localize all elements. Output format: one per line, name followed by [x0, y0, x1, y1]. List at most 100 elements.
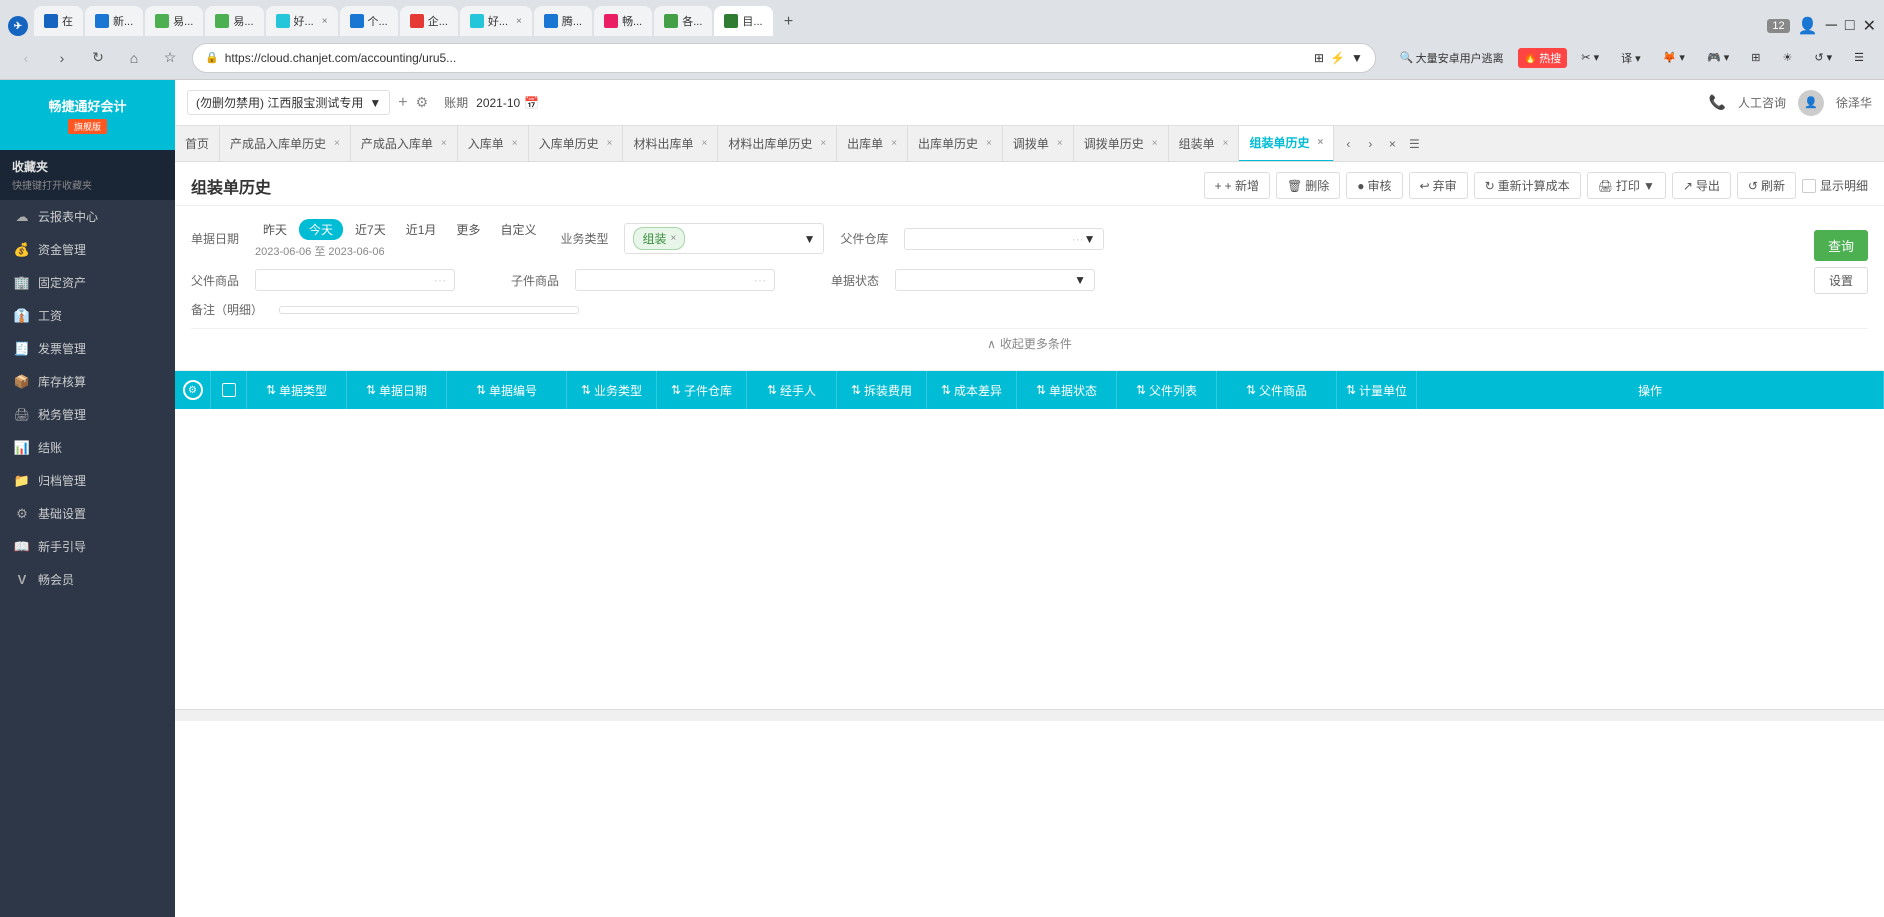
table-settings-icon[interactable]: ⚙ — [183, 380, 203, 400]
th-handler-sort[interactable]: ⇅ — [767, 383, 777, 397]
game-btn[interactable]: 🎮 ▾ — [1699, 49, 1737, 66]
sidebar-item-membership[interactable]: V 畅会员 — [0, 563, 175, 596]
print-btn[interactable]: 🖨 打印 ▼ — [1587, 172, 1666, 199]
maximize-btn[interactable]: □ — [1845, 17, 1855, 35]
company-selector[interactable]: (勿删勿禁用) 江西服宝测试专用 ▼ — [187, 90, 390, 115]
tab-assembly-history[interactable]: 组装单历史 × — [1239, 126, 1334, 162]
biz-type-input[interactable]: 组装 × ▼ — [624, 223, 824, 254]
recalculate-btn[interactable]: ↻ 重新计算成本 — [1474, 172, 1581, 199]
tab-transfer[interactable]: 调拨单 × — [1003, 126, 1074, 162]
lightning-icon[interactable]: ⚡ — [1330, 51, 1345, 65]
tab-material-out[interactable]: 材料出库单 × — [623, 126, 718, 162]
sidebar-item-finance[interactable]: 💰 资金管理 — [0, 233, 175, 266]
parent-warehouse-input[interactable]: ··· ▼ — [904, 228, 1104, 250]
tab-assembly-history-close[interactable]: × — [1317, 137, 1323, 148]
th-num-sort[interactable]: ⇅ — [476, 383, 486, 397]
scrollbar[interactable] — [175, 709, 1884, 721]
sidebar-item-archive[interactable]: 📁 归档管理 — [0, 464, 175, 497]
sidebar-item-inventory[interactable]: 📦 库存核算 — [0, 365, 175, 398]
th-parent-goods-sort[interactable]: ⇅ — [1246, 383, 1256, 397]
tab-close-4[interactable]: × — [322, 16, 328, 27]
remark-input[interactable] — [279, 306, 579, 314]
tab-finished-close[interactable]: × — [441, 138, 447, 149]
address-input[interactable]: 🔒 https://cloud.chanjet.com/accounting/u… — [192, 43, 1376, 73]
translate-btn[interactable]: 译 ▾ — [1613, 48, 1649, 68]
tab-assembly[interactable]: 组装单 × — [1169, 126, 1240, 162]
date-btn-more[interactable]: 更多 — [448, 218, 488, 241]
tab-4[interactable]: 好... × — [266, 6, 338, 36]
tab-outbound-close[interactable]: × — [891, 138, 897, 149]
search-btn[interactable]: 🔍 大量安卓用户逃离 — [1392, 48, 1512, 68]
query-btn[interactable]: 查询 — [1814, 230, 1868, 261]
tabs-next-btn[interactable]: › — [1360, 134, 1380, 154]
tab-finished-history-close[interactable]: × — [334, 138, 340, 149]
tab-transfer-history-close[interactable]: × — [1152, 138, 1158, 149]
tab-inbound-close[interactable]: × — [512, 138, 518, 149]
tab-outbound-history-close[interactable]: × — [986, 138, 992, 149]
star-button[interactable]: ☆ — [156, 44, 184, 72]
tab-close-7[interactable]: × — [516, 16, 522, 27]
status-dropdown[interactable]: ▼ — [1074, 273, 1086, 287]
qr-icon[interactable]: ⊞ — [1314, 51, 1324, 65]
tab-home[interactable]: 首页 — [175, 126, 220, 162]
th-warehouse-sort[interactable]: ⇅ — [671, 383, 681, 397]
child-goods-input[interactable]: ··· — [575, 269, 775, 291]
tab-0[interactable]: 在 — [34, 6, 83, 36]
tab-7[interactable]: 好... × — [460, 6, 532, 36]
tab-5[interactable]: 个... — [340, 6, 398, 36]
sidebar-item-fixed-assets[interactable]: 🏢 固定资产 — [0, 266, 175, 299]
date-btn-1month[interactable]: 近1月 — [398, 218, 445, 241]
period-value[interactable]: 2021-10 📅 — [476, 96, 539, 110]
th-date-sort[interactable]: ⇅ — [366, 383, 376, 397]
display-checkbox[interactable] — [1802, 179, 1816, 193]
display-toggle[interactable]: 显示明细 — [1802, 177, 1868, 194]
tab-1[interactable]: 新... — [85, 6, 143, 36]
new-btn[interactable]: + + 新增 — [1204, 172, 1270, 199]
biz-type-dropdown[interactable]: ▼ — [804, 232, 816, 246]
audit-btn[interactable]: ● 审核 — [1346, 172, 1402, 199]
reload-button[interactable]: ↻ — [84, 44, 112, 72]
tab-inbound[interactable]: 入库单 × — [458, 126, 529, 162]
sidebar-item-guide[interactable]: 📖 新手引导 — [0, 530, 175, 563]
tab-material-out-history-close[interactable]: × — [820, 138, 826, 149]
export-btn[interactable]: ↗ 导出 — [1672, 172, 1731, 199]
th-status-sort[interactable]: ⇅ — [1036, 383, 1046, 397]
tab-6[interactable]: 企... — [400, 6, 458, 36]
favorites-sub[interactable]: 快捷键打开收藏夹 — [12, 177, 163, 192]
th-dismantle-sort[interactable]: ⇅ — [851, 383, 861, 397]
emoji-btn[interactable]: 🦊 ▾ — [1655, 49, 1693, 66]
collapse-btn[interactable]: ∧ 收起更多条件 — [987, 335, 1072, 352]
parent-warehouse-dropdown[interactable]: ▼ — [1084, 232, 1096, 246]
home-button[interactable]: ⌂ — [120, 44, 148, 72]
tab-material-out-history[interactable]: 材料出库单历史 × — [718, 126, 837, 162]
sidebar-item-cloud-reports[interactable]: ☁ 云报表中心 — [0, 200, 175, 233]
back-button[interactable]: ‹ — [12, 44, 40, 72]
tabs-menu-btn[interactable]: ☰ — [1404, 134, 1424, 154]
tab-11[interactable]: 目... — [714, 6, 772, 36]
th-parent-list-sort[interactable]: ⇅ — [1136, 383, 1146, 397]
new-tab-button[interactable]: + — [775, 8, 803, 36]
company-settings-icon[interactable]: ⚙ — [416, 94, 429, 111]
forward-button[interactable]: › — [48, 44, 76, 72]
cut-btn[interactable]: ✂ ▾ — [1573, 49, 1607, 66]
tab-finished[interactable]: 产成品入库单 × — [351, 126, 458, 162]
th-cost-diff-sort[interactable]: ⇅ — [941, 383, 951, 397]
abandon-btn[interactable]: ↩ 弃审 — [1409, 172, 1468, 199]
sidebar-item-settings[interactable]: ⚙ 基础设置 — [0, 497, 175, 530]
tab-finished-history[interactable]: 产成品入库单历史 × — [220, 126, 351, 162]
date-btn-yesterday[interactable]: 昨天 — [255, 218, 295, 241]
tab-3[interactable]: 易... — [205, 6, 263, 36]
tab-transfer-close[interactable]: × — [1057, 138, 1063, 149]
tabs-close-btn[interactable]: × — [1382, 134, 1402, 154]
minimize-btn[interactable]: ─ — [1826, 17, 1837, 35]
consult-label[interactable]: 人工咨询 — [1738, 94, 1786, 111]
tab-10[interactable]: 各... — [654, 6, 712, 36]
parent-goods-input[interactable]: ··· — [255, 269, 455, 291]
profile-icon[interactable]: 👤 — [1798, 16, 1818, 36]
tabs-prev-btn[interactable]: ‹ — [1338, 134, 1358, 154]
tab-2[interactable]: 易... — [145, 6, 203, 36]
status-input[interactable]: ▼ — [895, 269, 1095, 291]
tab-inbound-history-close[interactable]: × — [607, 138, 613, 149]
close-btn[interactable]: ✕ — [1863, 16, 1876, 36]
history-btn[interactable]: ↺ ▾ — [1806, 49, 1840, 66]
